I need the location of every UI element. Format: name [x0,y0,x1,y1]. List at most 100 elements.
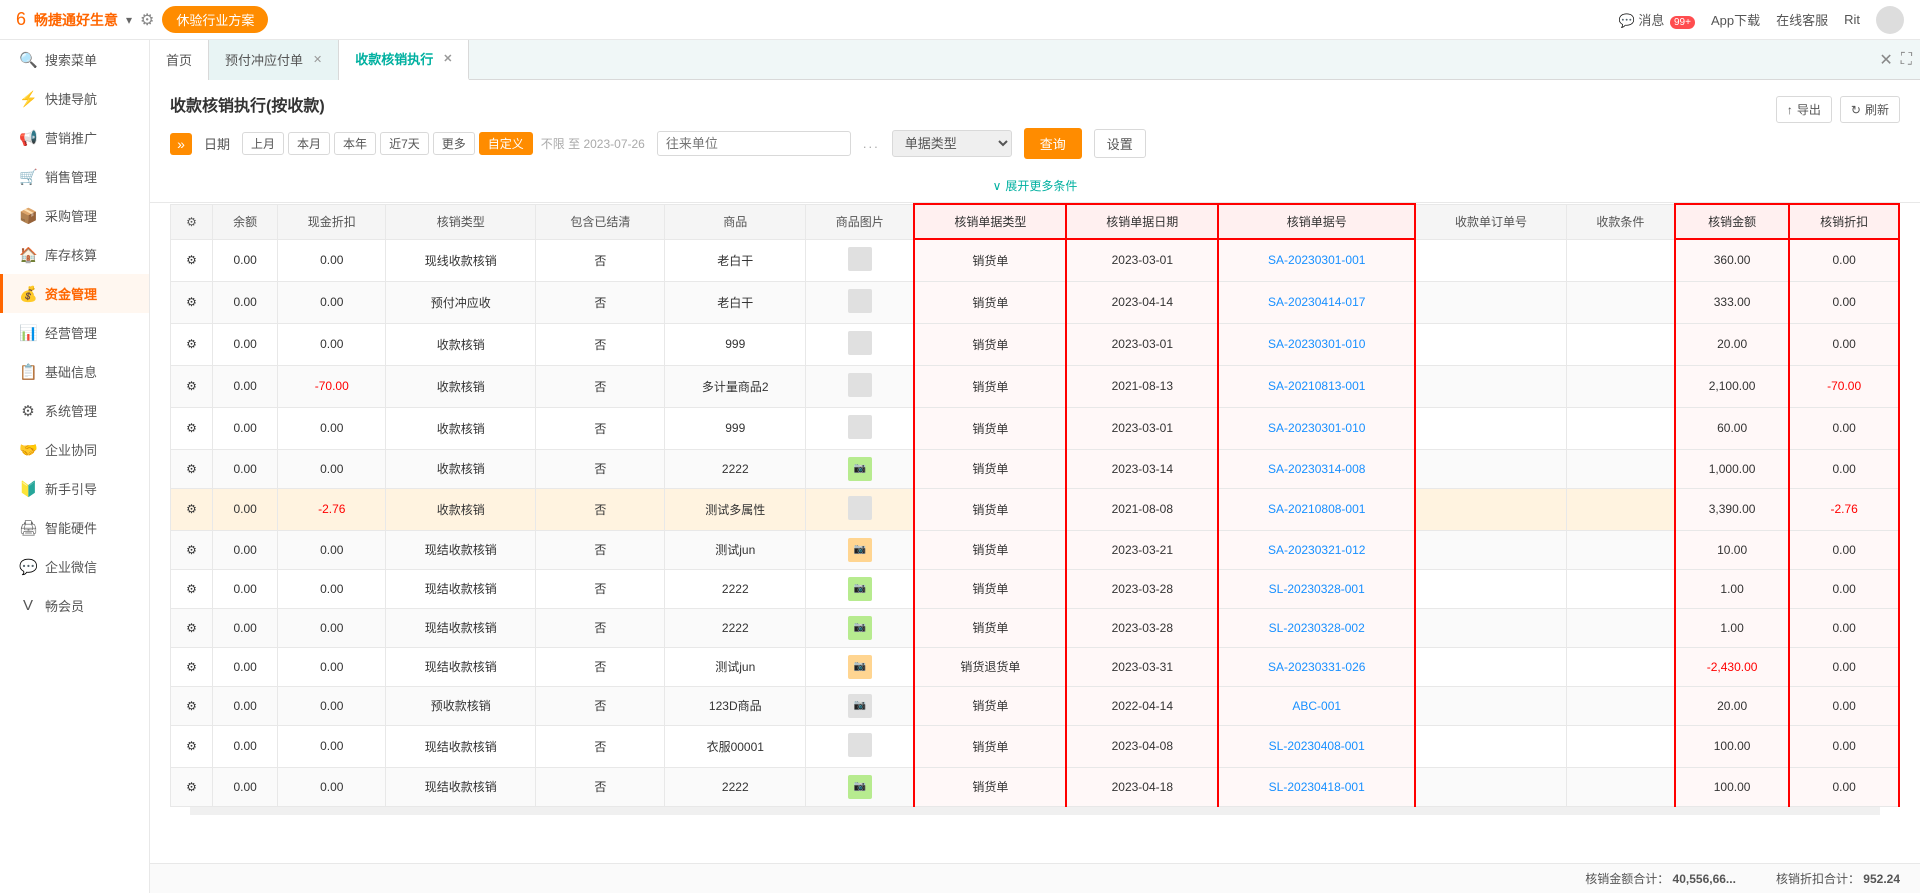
sidebar-item-system[interactable]: ⚙系统管理 [0,391,149,430]
table-row: ⚙0.000.00现结收款核销否2222📷销货单2023-03-28SL-202… [171,569,1900,608]
bill-no-link[interactable]: SA-20230301-010 [1268,421,1365,435]
app-download[interactable]: App下载 [1711,10,1760,29]
cell-writeoff_bill_no: SL-20230328-002 [1218,608,1415,647]
cell-writeoff_bill_type: 销货单 [914,365,1066,407]
maximize-icon[interactable]: ⛶ [1901,51,1912,69]
cell-goods_img [806,725,915,767]
sidebar-item-wechat[interactable]: 💬企业微信 [0,547,149,586]
sidebar-item-search[interactable]: 🔍搜索菜单 [0,40,149,79]
bill-no-link[interactable]: SA-20230314-008 [1268,462,1365,476]
sidebar-item-inventory[interactable]: 🏠库存核算 [0,235,149,274]
table-row: ⚙0.000.00收款核销否999销货单2023-03-01SA-2023030… [171,323,1900,365]
user-label[interactable]: Rit [1844,12,1860,27]
sidebar-item-finance[interactable]: 💰资金管理 [0,274,149,313]
settings-gear-icon[interactable]: ⚙ [140,10,154,30]
bill-no-link[interactable]: SA-20230301-001 [1268,253,1365,267]
cell-cash_discount: 0.00 [278,608,386,647]
cell-include_settled: 否 [536,239,665,281]
cell-cash_discount: 0.00 [278,449,386,488]
settings-btn[interactable]: 设置 [1094,129,1146,158]
this-month-btn[interactable]: 本月 [288,132,330,155]
cell-writeoff_discount: 0.00 [1789,767,1899,806]
cell-writeoff_bill_date: 2023-04-08 [1066,725,1218,767]
footer-total-discount: 核销折扣合计： 952.24 [1776,870,1900,887]
cell-collection_condition [1566,239,1675,281]
query-btn[interactable]: 查询 [1024,128,1082,159]
bill-no-link[interactable]: SA-20230321-012 [1268,543,1365,557]
tab-collection[interactable]: 收款核销执行✕ [339,40,469,80]
bill-no-link[interactable]: SA-20230331-026 [1268,660,1365,674]
last-month-btn[interactable]: 上月 [242,132,284,155]
bill-no-link[interactable]: SL-20230408-001 [1269,739,1365,753]
sidebar-item-collab[interactable]: 🤝企业协同 [0,430,149,469]
horizontal-scrollbar[interactable] [190,807,1880,815]
cell-balance: 0.00 [212,488,277,530]
goods-thumbnail [848,733,872,757]
bill-no-link[interactable]: SL-20230418-001 [1269,780,1365,794]
sidebar-item-quicknav[interactable]: ⚡快捷导航 [0,79,149,118]
expand-more-btn[interactable]: ∨ 展开更多条件 [993,173,1078,198]
cell-settings: ⚙ [171,686,213,725]
cell-writeoff_amount: 360.00 [1675,239,1789,281]
bill-no-link[interactable]: SL-20230328-002 [1269,621,1365,635]
type-select[interactable]: 单据类型 [892,130,1012,157]
cell-balance: 0.00 [212,530,277,569]
refresh-btn[interactable]: ↻ 刷新 [1840,96,1900,123]
col-header-goods: 商品 [665,204,806,239]
cell-write_off_type: 预收款核销 [386,686,536,725]
cell-settings: ⚙ [171,407,213,449]
sidebar-item-purchase[interactable]: 📦采购管理 [0,196,149,235]
this-year-btn[interactable]: 本年 [334,132,376,155]
more-btn[interactable]: 更多 [433,132,475,155]
col-header-include_settled: 包含已结清 [536,204,665,239]
bill-no-link[interactable]: SA-20230301-010 [1268,337,1365,351]
avatar[interactable] [1876,6,1904,34]
last7-btn[interactable]: 近7天 [380,132,429,155]
bill-no-link[interactable]: SA-20210813-001 [1268,379,1365,393]
cell-cash_discount: 0.00 [278,530,386,569]
cell-writeoff_bill_date: 2023-03-21 [1066,530,1218,569]
cell-collection_condition [1566,449,1675,488]
cell-writeoff_amount: 1.00 [1675,569,1789,608]
sidebar-item-vip[interactable]: V畅会员 [0,586,149,625]
table-area: ⚙余额现金折扣核销类型包含已结清商品商品图片核销单据类型核销单据日期核销单据号收… [150,203,1920,863]
cell-collection_order_no [1415,725,1566,767]
cell-writeoff_discount: 0.00 [1789,725,1899,767]
sidebar-item-basic[interactable]: 📋基础信息 [0,352,149,391]
tab-home[interactable]: 首页 [150,40,209,80]
bill-no-link[interactable]: SL-20230328-001 [1269,582,1365,596]
bill-no-link[interactable]: SA-20210808-001 [1268,502,1365,516]
cell-collection_condition [1566,323,1675,365]
messages-icon[interactable]: 💬 消息 99+ [1619,10,1695,29]
cell-goods: 多计量商品2 [665,365,806,407]
online-service[interactable]: 在线客服 [1776,10,1828,29]
close-window-icon[interactable]: ✕ [1879,50,1892,70]
brand-dropdown[interactable]: ▾ [126,13,132,27]
bill-no-link[interactable]: ABC-001 [1292,699,1341,713]
bill-no-link[interactable]: SA-20230414-017 [1268,295,1365,309]
tab-close-collection[interactable]: ✕ [443,52,452,65]
goods-thumbnail: 📷 [848,775,872,799]
export-btn[interactable]: ↑ 导出 [1776,96,1832,123]
industry-btn[interactable]: 休验行业方案 [162,6,268,33]
cell-balance: 0.00 [212,407,277,449]
sidebar-item-operation[interactable]: 📊经营管理 [0,313,149,352]
sidebar-item-hardware[interactable]: 🖨智能硬件 [0,508,149,547]
tab-close-prepay[interactable]: ✕ [313,53,322,66]
cell-writeoff_amount: 1.00 [1675,608,1789,647]
tab-prepay[interactable]: 预付冲应付单✕ [209,40,339,80]
goods-thumbnail [848,289,872,313]
refresh-icon: ↻ [1851,103,1861,117]
cell-write_off_type: 收款核销 [386,449,536,488]
sidebar-item-marketing[interactable]: 📢营销推广 [0,118,149,157]
goods-thumbnail [848,415,872,439]
filter-bar: » 日期 上月 本月 本年 近7天 更多 自定义 不限 至 2023-07-26… [170,128,1900,169]
custom-btn[interactable]: 自定义 [479,132,533,155]
unit-input[interactable] [657,131,851,156]
cell-balance: 0.00 [212,608,277,647]
col-header-write_off_type: 核销类型 [386,204,536,239]
sidebar-item-sales[interactable]: 🛒销售管理 [0,157,149,196]
cell-writeoff_discount: 0.00 [1789,449,1899,488]
sidebar-item-guide[interactable]: 🔰新手引导 [0,469,149,508]
toolbar-expand-icon[interactable]: » [170,133,192,155]
